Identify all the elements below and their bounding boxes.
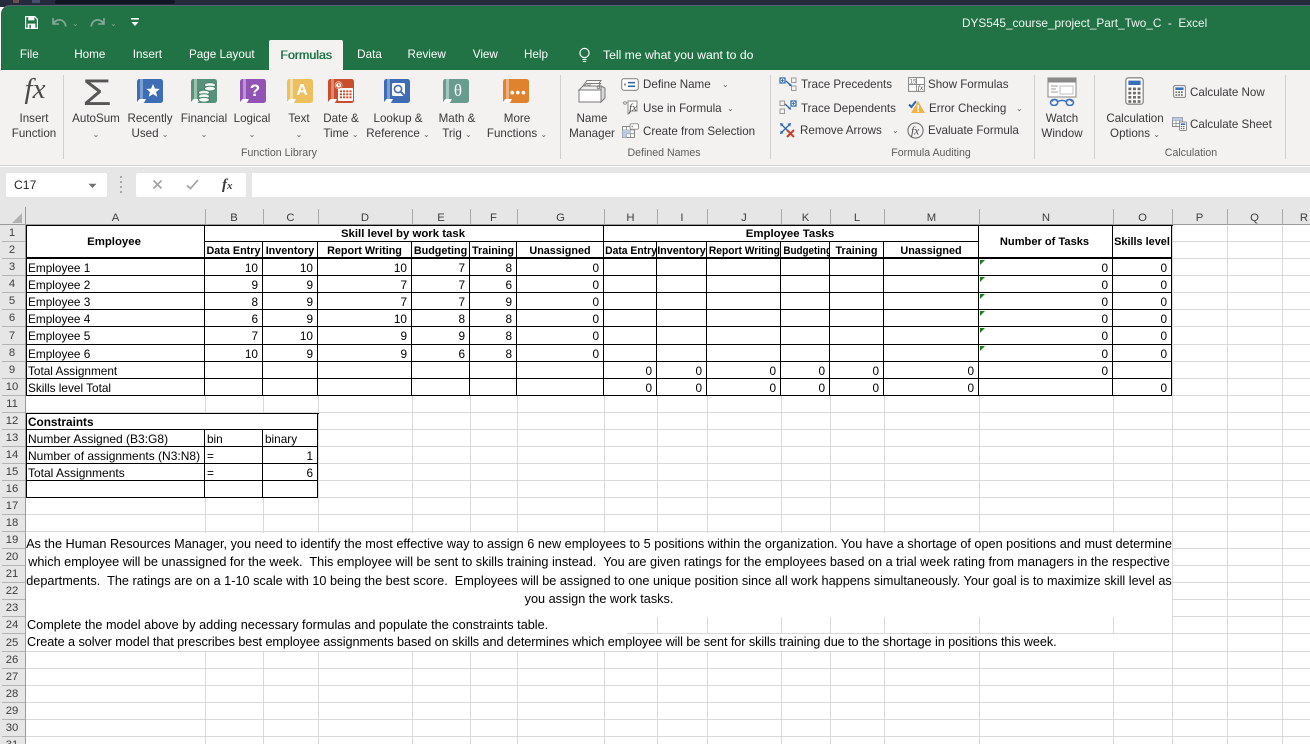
svg-text:fx: fx <box>918 83 924 92</box>
svg-text:fx: fx <box>629 102 637 114</box>
svg-text:fx: fx <box>911 125 919 137</box>
svg-text:15: 15 <box>910 79 917 85</box>
